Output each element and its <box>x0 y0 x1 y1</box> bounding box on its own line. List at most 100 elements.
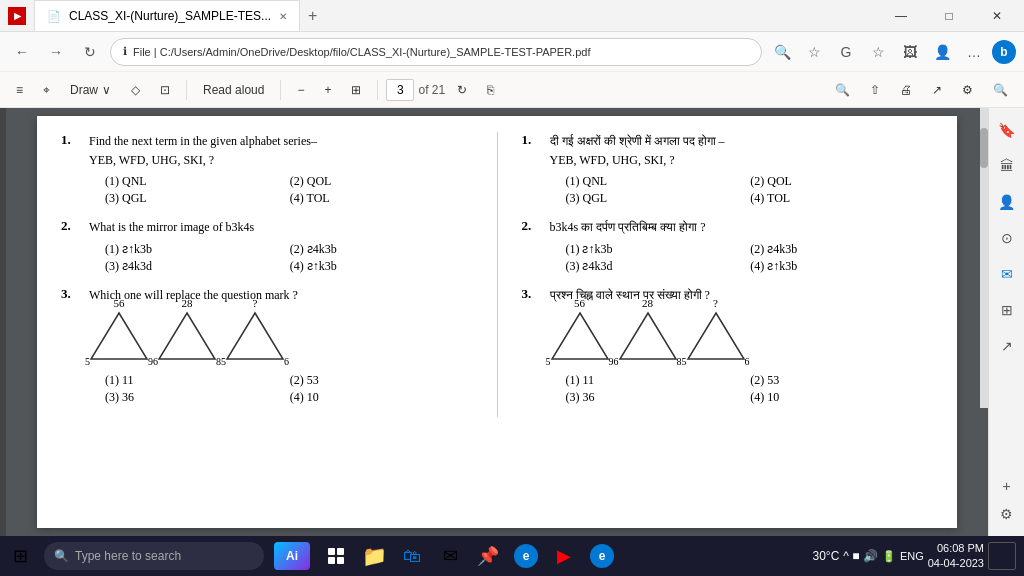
sidebar-library[interactable]: 🏛 <box>993 152 1021 180</box>
pdf-share-button[interactable]: ⇧ <box>862 76 888 104</box>
taskbar-search[interactable]: 🔍 Type here to search <box>44 542 264 570</box>
q2-opt4-hi: (4) ƨ↑k3b <box>750 259 933 274</box>
highlight-button[interactable]: ⌖ <box>35 76 58 104</box>
sidebar-bookmark[interactable]: 🔖 <box>993 116 1021 144</box>
english-column: 1. Find the next term in the given alpha… <box>61 132 473 417</box>
taskbar-time[interactable]: 06:08 PM 04-04-2023 <box>928 541 984 572</box>
sidebar-outlook[interactable]: ✉ <box>993 260 1021 288</box>
sidebar-add[interactable]: + <box>993 472 1021 500</box>
pdf-print-button[interactable]: 🖨 <box>892 76 920 104</box>
favorite-icon[interactable]: ☆ <box>800 38 828 66</box>
edge-icon: b <box>992 40 1016 64</box>
taskbar-edge[interactable]: e <box>508 538 544 574</box>
minimize-button[interactable]: — <box>878 0 924 32</box>
refresh-button[interactable]: ↻ <box>76 38 104 66</box>
copy-button[interactable]: ⎘ <box>479 76 502 104</box>
taskbar-youtube[interactable]: ▶ <box>546 538 582 574</box>
share-icon[interactable]: ☆ <box>864 38 892 66</box>
q2-opt1-hi: (1) ƨ↑k3b <box>566 242 749 257</box>
maximize-button[interactable]: □ <box>926 0 972 32</box>
sidebar-arrow[interactable]: ↗ <box>993 332 1021 360</box>
address-bar: ← → ↻ ℹ File | C:/Users/Admin/OneDrive/D… <box>0 32 1024 72</box>
weather-temp: 30°C <box>813 549 840 563</box>
extensions-icon[interactable]: 🖼 <box>896 38 924 66</box>
search-icon[interactable]: 🔍 <box>768 38 796 66</box>
svg-marker-0 <box>91 313 147 359</box>
sidebar-circle[interactable]: ⊙ <box>993 224 1021 252</box>
box-button[interactable]: ⊡ <box>152 76 178 104</box>
pdf-search-button[interactable]: 🔍 <box>827 76 858 104</box>
q2-opt3-hi: (3) ƨ4k3d <box>566 259 749 274</box>
svg-rect-7 <box>337 548 344 555</box>
user-icon[interactable]: 👤 <box>928 38 956 66</box>
triangle3-en: ? 5 6 <box>225 311 285 365</box>
taskbar-task-view[interactable] <box>318 538 354 574</box>
pdf-sidebar-search[interactable]: 🔍 <box>985 76 1016 104</box>
triangle2-svg-en <box>157 311 217 361</box>
taskbar-store[interactable]: 🛍 <box>394 538 430 574</box>
q3-content-en: Which one will replace the question mark… <box>89 286 473 413</box>
taskbar-edge2[interactable]: e <box>584 538 620 574</box>
svg-rect-6 <box>328 548 335 555</box>
taskbar-app5[interactable]: 📌 <box>470 538 506 574</box>
page-number-input[interactable] <box>386 79 414 101</box>
scrollbar-thumb[interactable] <box>980 128 988 168</box>
taskbar-mail[interactable]: ✉ <box>432 538 468 574</box>
show-desktop-button[interactable] <box>988 542 1016 570</box>
q1-num-en: 1. <box>61 132 81 214</box>
q1-opt4-hi: (4) TOL <box>750 191 933 206</box>
new-tab-button[interactable]: + <box>300 7 325 25</box>
triangle3-svg-hi <box>686 311 746 361</box>
triangle1-en: 56 5 9 <box>89 311 149 365</box>
sidebar-scroll-settings[interactable]: ⚙ <box>993 500 1021 528</box>
triangle2-svg-hi <box>618 311 678 361</box>
q3-options-hi: (1) 11 (2) 53 (3) 36 (4) 10 <box>566 373 934 405</box>
q3-content-hi: प्रश्न चिह्न वाले स्थान पर संख्या होगी ?… <box>550 286 934 413</box>
fit-page-button[interactable]: ⊞ <box>343 76 369 104</box>
sidebar-user[interactable]: 👤 <box>993 188 1021 216</box>
more-menu[interactable]: … <box>960 38 988 66</box>
menu-button[interactable]: ≡ <box>8 76 31 104</box>
ai-label: Ai <box>286 549 298 563</box>
q2-content-en: What is the mirror image of b3k4s (1) ƨ↑… <box>89 218 473 281</box>
q1-opt1-en: (1) QNL <box>105 174 288 189</box>
q2-text-en: What is the mirror image of b3k4s <box>89 218 473 237</box>
triangle2-en: 28 6 8 <box>157 311 217 365</box>
draw-button[interactable]: Draw ∨ <box>62 76 119 104</box>
zoom-in-button[interactable]: + <box>316 76 339 104</box>
tab-close-button[interactable]: ✕ <box>279 11 287 22</box>
separator <box>186 80 187 100</box>
q2-num-hi: 2. <box>522 218 542 281</box>
triangle1-svg-hi <box>550 311 610 361</box>
start-button[interactable]: ⊞ <box>0 536 40 576</box>
taskbar-file-explorer[interactable]: 📁 <box>356 538 392 574</box>
pdf-container[interactable]: 1. Find the next term in the given alpha… <box>6 108 988 536</box>
collections-icon[interactable]: G <box>832 38 860 66</box>
back-button[interactable]: ← <box>8 38 36 66</box>
q1-options-hi: (1) QNL (2) QOL (3) QGL (4) TOL <box>566 174 934 206</box>
zoom-out-button[interactable]: − <box>289 76 312 104</box>
q2-num-en: 2. <box>61 218 81 281</box>
pdf-more-button[interactable]: ↗ <box>924 76 950 104</box>
active-tab[interactable]: 📄 CLASS_XI-(Nurture)_SAMPLE-TES... ✕ <box>34 0 300 31</box>
pdf-settings-button[interactable]: ⚙ <box>954 76 981 104</box>
read-aloud-button[interactable]: Read aloud <box>195 76 272 104</box>
q2-opt2-hi: (2) ƨ4k3b <box>750 242 933 257</box>
forward-button[interactable]: → <box>42 38 70 66</box>
ai-button[interactable]: Ai <box>274 542 310 570</box>
tab-title: CLASS_XI-(Nurture)_SAMPLE-TES... <box>69 9 271 23</box>
svg-marker-1 <box>159 313 215 359</box>
title-bar-left: ▶ <box>0 7 34 25</box>
taskbar: ⊞ 🔍 Type here to search Ai 📁 🛍 ✉ 📌 e ▶ <box>0 536 1024 576</box>
window-controls: — □ ✕ <box>878 0 1024 32</box>
close-button[interactable]: ✕ <box>974 0 1020 32</box>
erase-button[interactable]: ◇ <box>123 76 148 104</box>
pdf-page: 1. Find the next term in the given alpha… <box>37 116 957 528</box>
triangle3-hi: ? 5 6 <box>686 311 746 365</box>
sidebar-apps[interactable]: ⊞ <box>993 296 1021 324</box>
hindi-column: 1. दी गई अक्षरों की श्रेणी में अगला पद ह… <box>522 132 934 417</box>
address-input[interactable]: ℹ File | C:/Users/Admin/OneDrive/Desktop… <box>110 38 762 66</box>
q1-content-en: Find the next term in the given alphabet… <box>89 132 473 214</box>
q3-opt2-hi: (2) 53 <box>750 373 933 388</box>
rotate-button[interactable]: ↻ <box>449 76 475 104</box>
